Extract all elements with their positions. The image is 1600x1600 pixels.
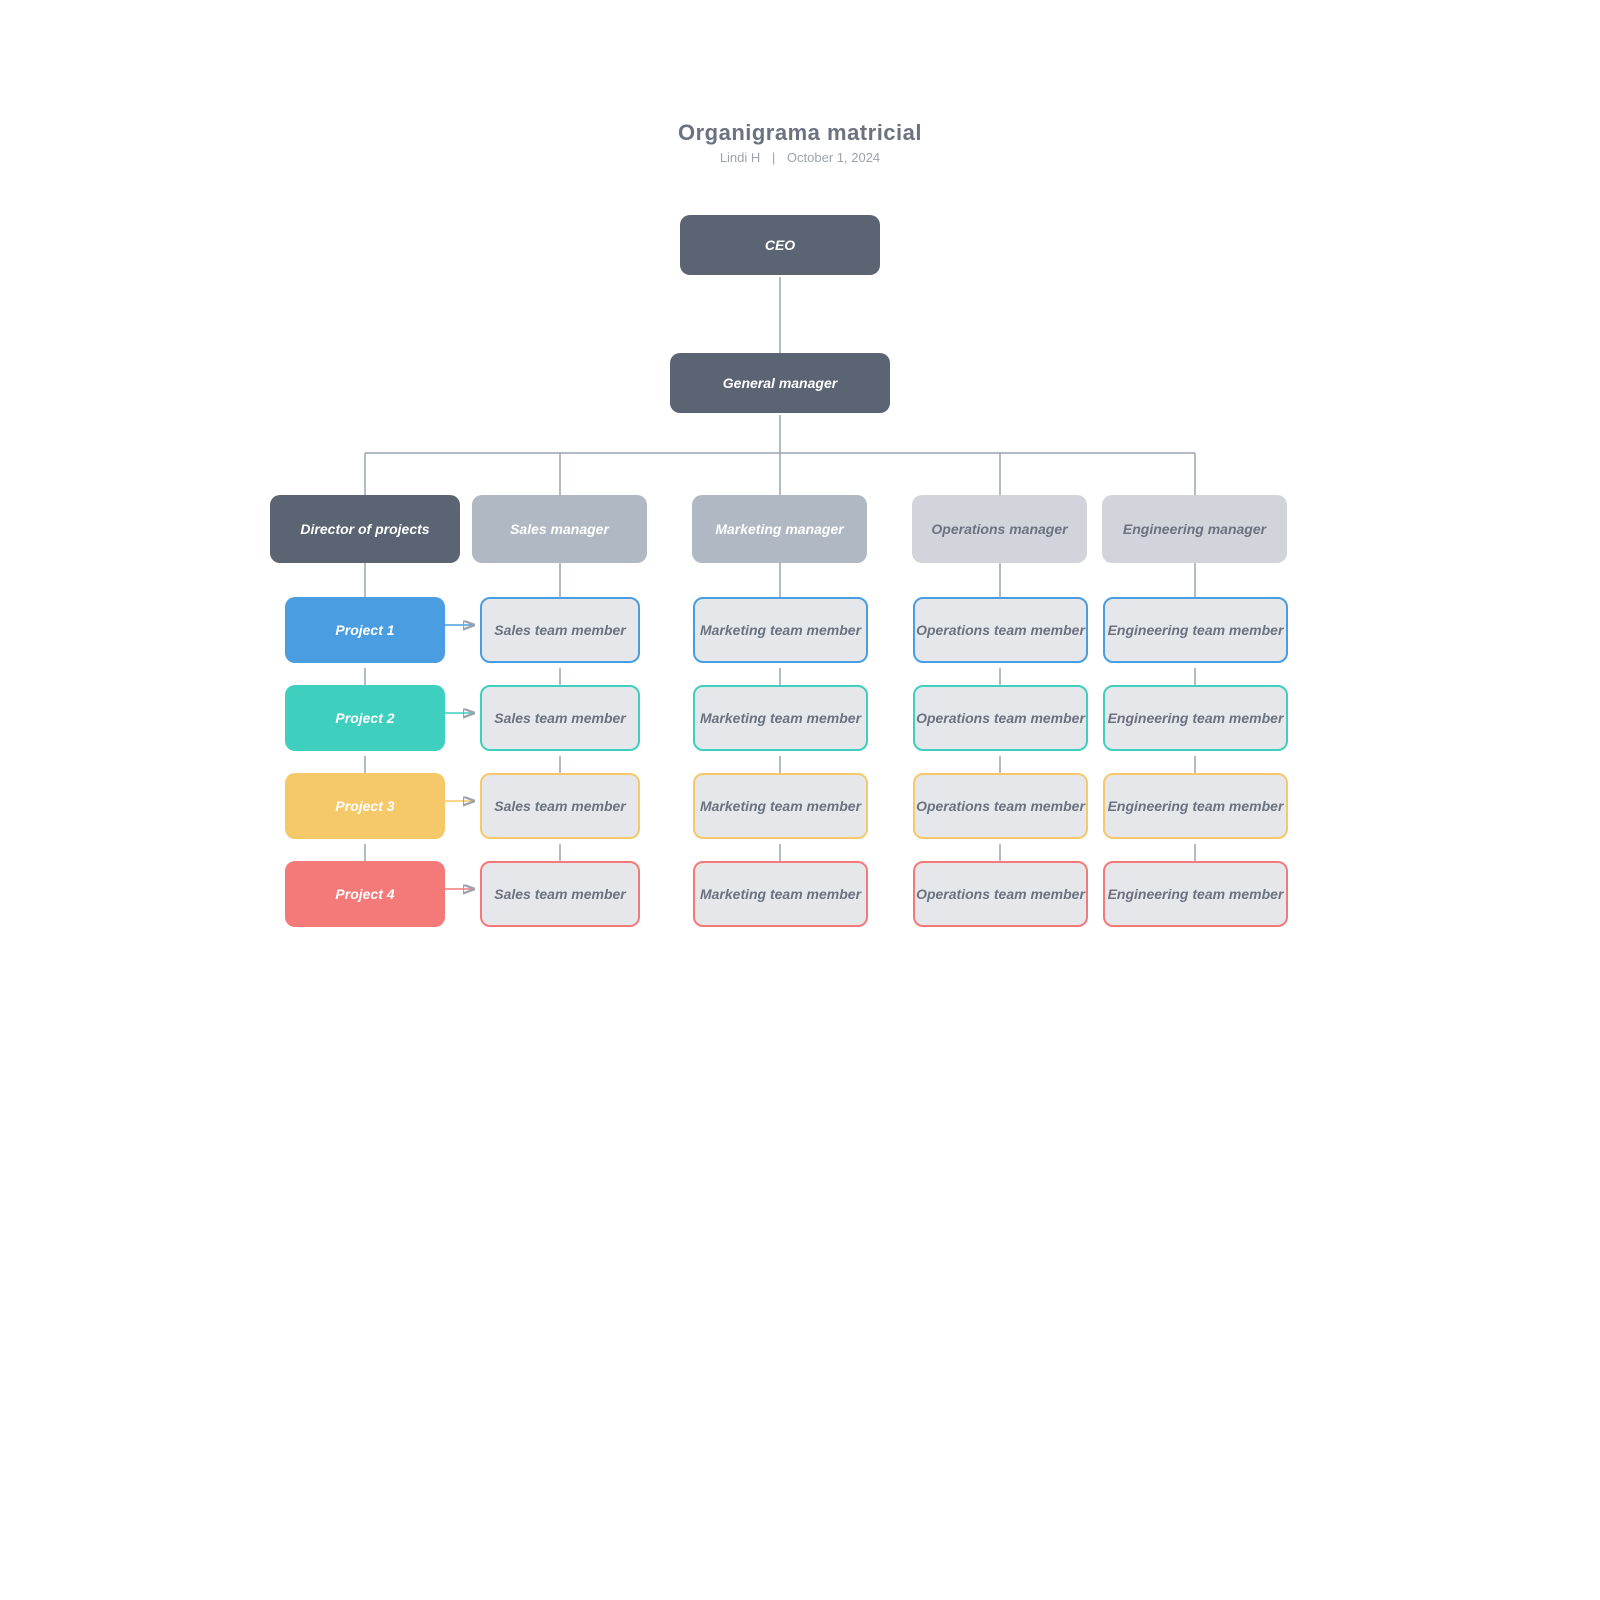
page-container: Organigrama matricial Lindi H | October … <box>0 0 1600 1600</box>
sales-member4-node: Sales team member <box>480 861 640 927</box>
operations-member2-node: Operations team member <box>913 685 1088 751</box>
sales-member3-node: Sales team member <box>480 773 640 839</box>
project1-node: Project 1 <box>285 597 445 663</box>
marketing-manager-node: Marketing manager <box>692 495 867 563</box>
marketing-member2-node: Marketing team member <box>693 685 868 751</box>
operations-member3-node: Operations team member <box>913 773 1088 839</box>
engineering-manager-node: Engineering manager <box>1102 495 1287 563</box>
engineering-member2-node: Engineering team member <box>1103 685 1288 751</box>
sales-manager-node: Sales manager <box>472 495 647 563</box>
project3-node: Project 3 <box>285 773 445 839</box>
engineering-member3-node: Engineering team member <box>1103 773 1288 839</box>
org-chart: CEO General manager Director of projects… <box>200 205 1400 1205</box>
page-subtitle: Lindi H | October 1, 2024 <box>678 150 922 165</box>
operations-member1-node: Operations team member <box>913 597 1088 663</box>
operations-manager-node: Operations manager <box>912 495 1087 563</box>
director-node: Director of projects <box>270 495 460 563</box>
marketing-member3-node: Marketing team member <box>693 773 868 839</box>
separator: | <box>772 150 775 165</box>
general-manager-node: General manager <box>670 353 890 413</box>
engineering-member4-node: Engineering team member <box>1103 861 1288 927</box>
operations-member4-node: Operations team member <box>913 861 1088 927</box>
sales-member2-node: Sales team member <box>480 685 640 751</box>
marketing-member4-node: Marketing team member <box>693 861 868 927</box>
author-name: Lindi H <box>720 150 760 165</box>
sales-member1-node: Sales team member <box>480 597 640 663</box>
project4-node: Project 4 <box>285 861 445 927</box>
project2-node: Project 2 <box>285 685 445 751</box>
marketing-member1-node: Marketing team member <box>693 597 868 663</box>
header: Organigrama matricial Lindi H | October … <box>678 120 922 165</box>
publish-date: October 1, 2024 <box>787 150 880 165</box>
page-title: Organigrama matricial <box>678 120 922 146</box>
engineering-member1-node: Engineering team member <box>1103 597 1288 663</box>
ceo-node: CEO <box>680 215 880 275</box>
